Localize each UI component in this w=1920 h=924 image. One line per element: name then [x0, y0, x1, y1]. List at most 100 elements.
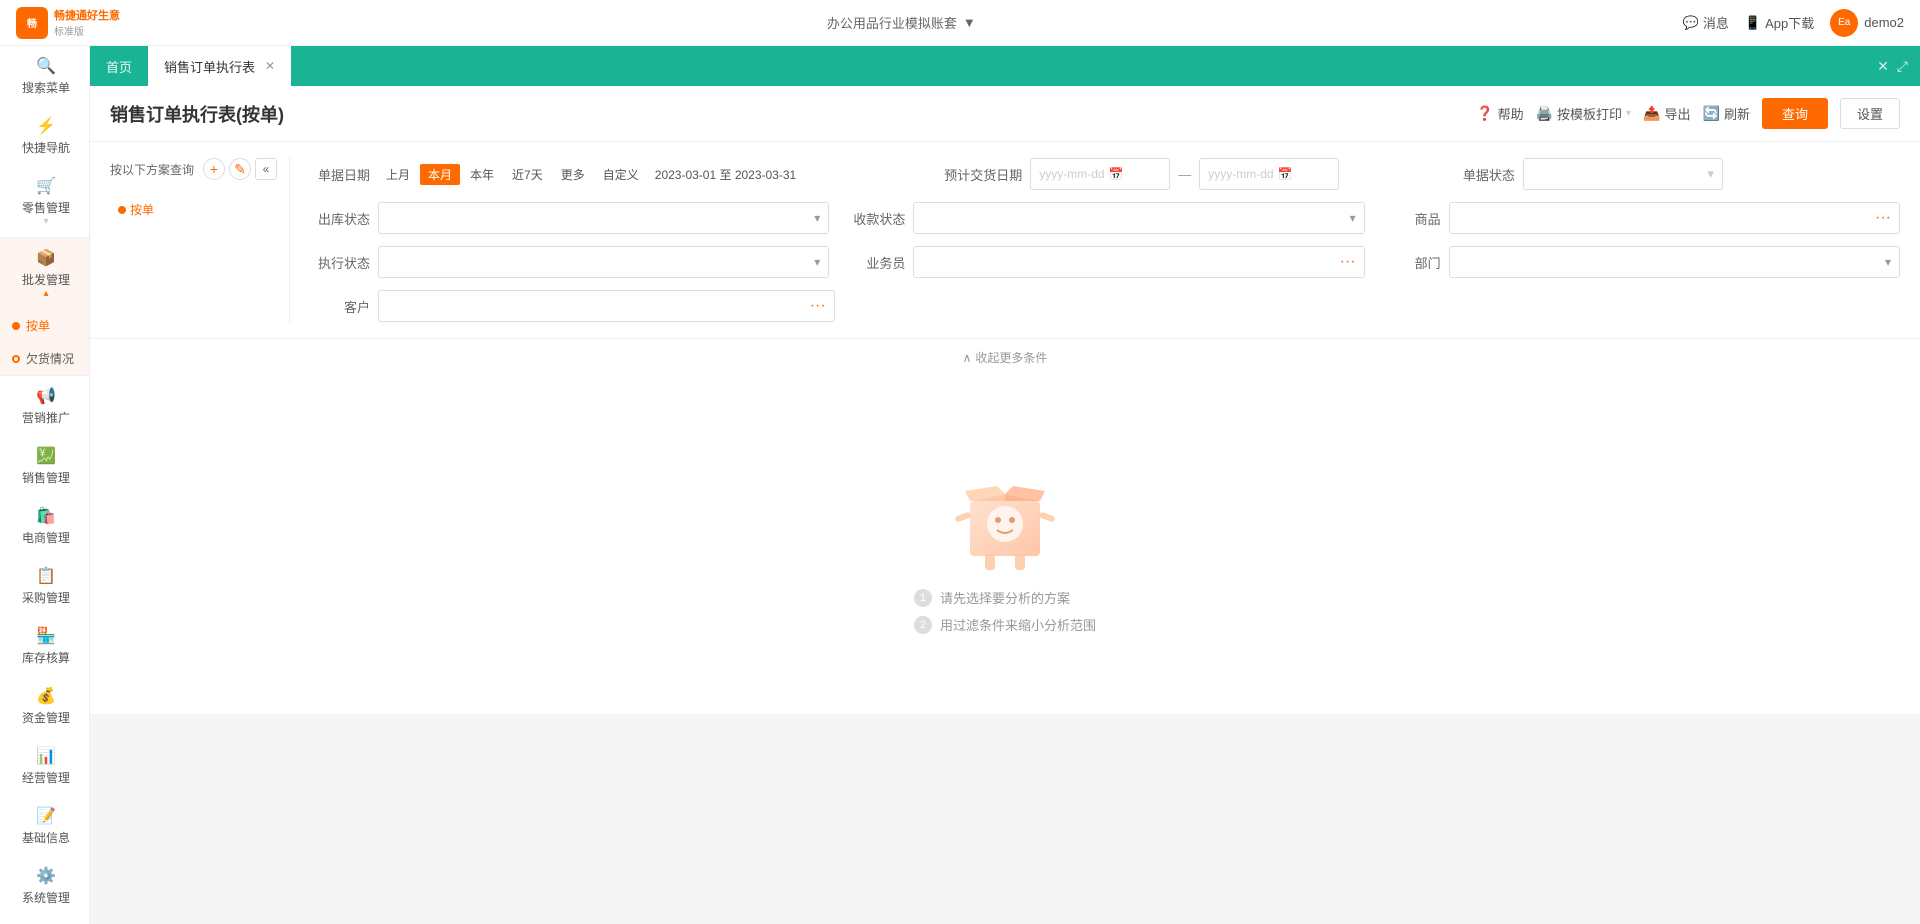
- salesperson-more-btn[interactable]: ···: [1340, 253, 1356, 271]
- inventory-label: 库存核算: [22, 649, 70, 666]
- query-button[interactable]: 查询: [1762, 98, 1828, 129]
- tab-close-sales-exec[interactable]: ✕: [265, 59, 275, 73]
- date-to-placeholder: yyyy-mm-dd: [1208, 167, 1273, 181]
- collapse-arrow-icon: ∧: [963, 351, 972, 365]
- expected-date-from[interactable]: yyyy-mm-dd 📅: [1030, 158, 1170, 190]
- calendar-to-icon: 📅: [1278, 167, 1293, 181]
- empty-illustration: [945, 456, 1065, 576]
- workspace-selector[interactable]: 办公用品行业模拟账套 ▼: [827, 13, 976, 32]
- press-order-label: 按单: [26, 317, 50, 334]
- sidebar-item-wholesale[interactable]: 📦 批发管理 ▴: [0, 238, 89, 309]
- hint-num-1: 1: [914, 589, 932, 607]
- wholesale-submenu: 按单 欠货情况: [0, 309, 89, 375]
- dept-arrow: ▾: [1885, 255, 1891, 269]
- expected-date-to[interactable]: yyyy-mm-dd 📅: [1199, 158, 1339, 190]
- page-header-actions: ❓ 帮助 🖨️ 按模板打印 ▾ 📤 导出 🔄 刷新: [1476, 98, 1900, 141]
- filter-group-payment: 收款状态 ▾: [845, 202, 1364, 234]
- refresh-label: 刷新: [1724, 104, 1750, 123]
- page-header: 销售订单执行表(按单) ❓ 帮助 🖨️ 按模板打印 ▾ 📤 导出: [90, 86, 1920, 142]
- sidebar-item-quicknav[interactable]: ⚡ 快捷导航: [0, 106, 89, 166]
- settings-button[interactable]: 设置: [1840, 98, 1900, 129]
- date-tab-7days[interactable]: 近7天: [504, 164, 551, 185]
- wholesale-label: 批发管理: [22, 271, 70, 288]
- print-icon: 🖨️: [1536, 105, 1553, 122]
- empty-state: 1 请先选择要分析的方案 2 用过滤条件来缩小分析范围: [90, 376, 1920, 714]
- system-label: 系统管理: [22, 889, 70, 906]
- customer-more-btn[interactable]: ···: [810, 297, 826, 315]
- app-download-label: App下载: [1765, 13, 1814, 32]
- delivery-status-label: 出库状态: [310, 209, 370, 228]
- goods-input[interactable]: ···: [1449, 202, 1900, 234]
- tabs-bar-right: ✕ ⤢: [1865, 58, 1920, 75]
- sidebar-item-marketing[interactable]: 📢 营销推广: [0, 376, 89, 436]
- tab-close-window-btn[interactable]: ✕: [1877, 58, 1889, 75]
- tab-home[interactable]: 首页: [90, 46, 148, 86]
- sidebar-item-enterprise[interactable]: 🤝 企业协同: [0, 916, 89, 924]
- dept-select[interactable]: ▾: [1449, 246, 1900, 278]
- scheme-add-btn[interactable]: +: [203, 158, 225, 180]
- help-action[interactable]: ❓ 帮助: [1476, 104, 1523, 123]
- scheme-collapse-btn[interactable]: «: [255, 158, 277, 180]
- sidebar-item-system[interactable]: ⚙️ 系统管理: [0, 856, 89, 916]
- filter-group-customer: 客户 ···: [310, 290, 835, 322]
- tab-expand-window-btn[interactable]: ⤢: [1897, 58, 1908, 75]
- help-label: 帮助: [1498, 104, 1524, 123]
- message-icon: 💬: [1683, 15, 1699, 31]
- sidebar-item-purchase[interactable]: 📋 采购管理: [0, 556, 89, 616]
- sidebar-item-basic[interactable]: 📝 基础信息: [0, 796, 89, 856]
- sidebar-item-operation[interactable]: 📊 经营管理: [0, 736, 89, 796]
- retail-arrow: ▾: [43, 216, 48, 227]
- sidebar-item-inventory[interactable]: 🏪 库存核算: [0, 616, 89, 676]
- exec-status-select[interactable]: ▾: [378, 246, 829, 278]
- refresh-action[interactable]: 🔄 刷新: [1703, 104, 1750, 123]
- sidebar-item-search[interactable]: 🔍 搜索菜单: [0, 46, 89, 106]
- sidebar-item-retail[interactable]: 🛒 零售管理 ▾: [0, 166, 89, 237]
- logo-text: 畅捷通好生意 标准版: [54, 7, 120, 38]
- collapse-more-btn[interactable]: ∧ 收起更多条件: [90, 338, 1920, 376]
- sidebar-item-finance[interactable]: 💰 资金管理: [0, 676, 89, 736]
- purchase-label: 采购管理: [22, 589, 70, 606]
- search-label: 搜索菜单: [22, 79, 70, 96]
- scheme-edit-btn[interactable]: ✎: [229, 158, 251, 180]
- message-action[interactable]: 💬 消息: [1683, 13, 1729, 32]
- payment-status-select[interactable]: ▾: [913, 202, 1364, 234]
- bill-status-select[interactable]: ▾: [1523, 158, 1723, 190]
- goods-more-btn[interactable]: ···: [1875, 209, 1891, 227]
- date-tab-lastmonth[interactable]: 上月: [378, 164, 418, 185]
- bill-status-arrow: ▾: [1707, 166, 1714, 182]
- date-tab-thisyear[interactable]: 本年: [462, 164, 502, 185]
- basic-icon: 📝: [36, 806, 56, 826]
- delivery-status-select[interactable]: ▾: [378, 202, 829, 234]
- filter-row-2: 出库状态 ▾ 收款状态 ▾: [310, 202, 1900, 234]
- date-tab-more[interactable]: 更多: [553, 164, 593, 185]
- sidebar-sub-press-order[interactable]: 按单: [0, 309, 89, 342]
- sidebar-sub-arrears[interactable]: 欠货情况: [0, 342, 89, 375]
- customer-input[interactable]: ···: [378, 290, 835, 322]
- filter-row-4: 客户 ···: [310, 290, 1900, 322]
- export-label: 导出: [1665, 104, 1691, 123]
- salesperson-input[interactable]: ···: [913, 246, 1364, 278]
- ecommerce-label: 电商管理: [22, 529, 70, 546]
- header-left: 畅 畅捷通好生意 标准版: [16, 7, 120, 39]
- date-tab-custom[interactable]: 自定义: [595, 164, 647, 185]
- sidebar-item-sales[interactable]: 💹 销售管理: [0, 436, 89, 496]
- hint-num-2: 2: [914, 616, 932, 634]
- export-action[interactable]: 📤 导出: [1643, 104, 1690, 123]
- help-icon: ❓: [1476, 105, 1493, 122]
- workspace-dropdown-icon[interactable]: ▼: [963, 15, 976, 30]
- app-download-action[interactable]: 📱 App下载: [1745, 13, 1814, 32]
- tab-sales-order-exec[interactable]: 销售订单执行表 ✕: [148, 46, 291, 86]
- user-menu[interactable]: Ea demo2: [1830, 9, 1904, 37]
- username-label: demo2: [1864, 15, 1904, 30]
- filter-group-dept: 部门 ▾: [1381, 246, 1900, 278]
- scheme-item-press-order[interactable]: 按单: [110, 196, 277, 223]
- exec-arrow: ▾: [814, 255, 820, 269]
- page-content: 销售订单执行表(按单) ❓ 帮助 🖨️ 按模板打印 ▾ 📤 导出: [90, 86, 1920, 924]
- wholesale-icon: 📦: [36, 248, 56, 268]
- template-print-action[interactable]: 🖨️ 按模板打印 ▾: [1536, 104, 1631, 123]
- sidebar-item-ecommerce[interactable]: 🛍️ 电商管理: [0, 496, 89, 556]
- date-tab-thismonth[interactable]: 本月: [420, 164, 460, 185]
- date-from-placeholder: yyyy-mm-dd: [1039, 167, 1104, 181]
- main-layout: 🔍 搜索菜单 ⚡ 快捷导航 🛒 零售管理 ▾ 📦 批发管理 ▴ 按: [0, 46, 1920, 924]
- quicknav-label: 快捷导航: [22, 139, 70, 156]
